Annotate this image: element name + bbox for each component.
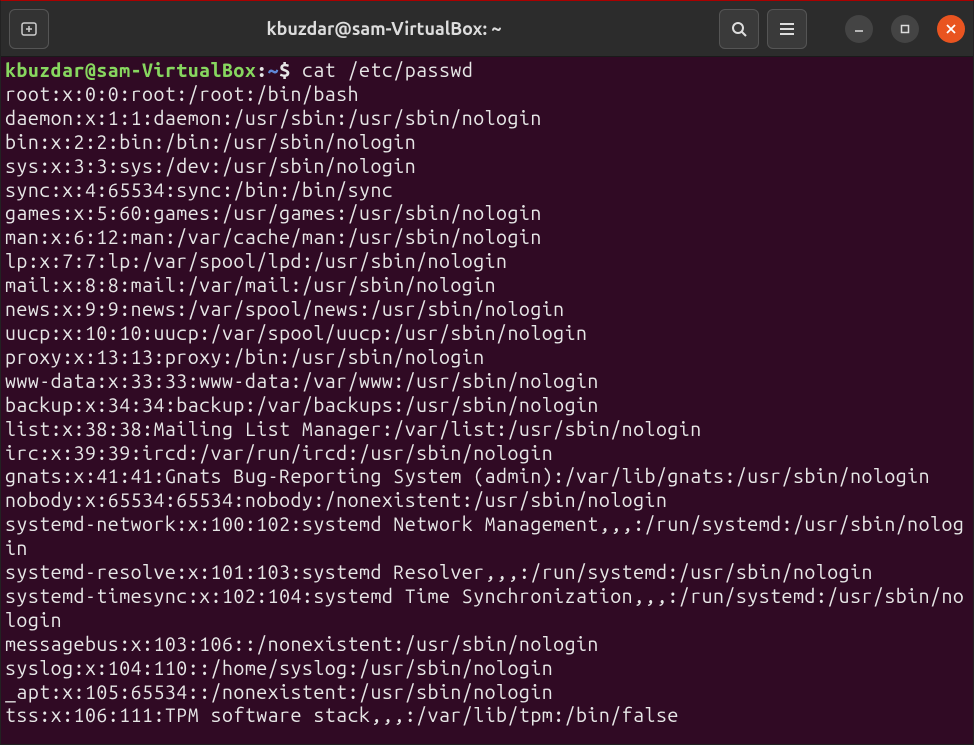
- search-icon: [731, 21, 747, 37]
- output-line: tss:x:106:111:TPM software stack,,,:/var…: [5, 704, 969, 728]
- output-line: mail:x:8:8:mail:/var/mail:/usr/sbin/nolo…: [5, 274, 969, 298]
- output-line: sys:x:3:3:sys:/dev:/usr/sbin/nologin: [5, 155, 969, 179]
- output-line: gnats:x:41:41:Gnats Bug-Reporting System…: [5, 465, 969, 489]
- output-line: games:x:5:60:games:/usr/games:/usr/sbin/…: [5, 202, 969, 226]
- output-line: bin:x:2:2:bin:/bin:/usr/sbin/nologin: [5, 131, 969, 155]
- maximize-icon: [900, 24, 910, 34]
- new-tab-button[interactable]: [9, 9, 49, 49]
- output-line: nobody:x:65534:65534:nobody:/nonexistent…: [5, 489, 969, 513]
- output-line: lp:x:7:7:lp:/var/spool/lpd:/usr/sbin/nol…: [5, 250, 969, 274]
- terminal-output: root:x:0:0:root:/root:/bin/bashdaemon:x:…: [5, 83, 969, 728]
- output-line: messagebus:x:103:106::/nonexistent:/usr/…: [5, 633, 969, 657]
- output-line: systemd-resolve:x:101:103:systemd Resolv…: [5, 561, 969, 585]
- output-line: systemd-network:x:100:102:systemd Networ…: [5, 513, 969, 561]
- titlebar: kbuzdar@sam-VirtualBox: ~: [1, 1, 973, 57]
- output-line: _apt:x:105:65534::/nonexistent:/usr/sbin…: [5, 681, 969, 705]
- output-line: news:x:9:9:news:/var/spool/news:/usr/sbi…: [5, 298, 969, 322]
- output-line: syslog:x:104:110::/home/syslog:/usr/sbin…: [5, 657, 969, 681]
- output-line: irc:x:39:39:ircd:/var/run/ircd:/usr/sbin…: [5, 442, 969, 466]
- output-line: man:x:6:12:man:/var/cache/man:/usr/sbin/…: [5, 226, 969, 250]
- search-button[interactable]: [719, 9, 759, 49]
- output-line: proxy:x:13:13:proxy:/bin:/usr/sbin/nolog…: [5, 346, 969, 370]
- output-line: list:x:38:38:Mailing List Manager:/var/l…: [5, 418, 969, 442]
- prompt-user-host: kbuzdar@sam-VirtualBox: [5, 59, 256, 81]
- output-line: sync:x:4:65534:sync:/bin:/bin/sync: [5, 179, 969, 203]
- output-line: uucp:x:10:10:uucp:/var/spool/uucp:/usr/s…: [5, 322, 969, 346]
- terminal-content[interactable]: kbuzdar@sam-VirtualBox:~$ cat /etc/passw…: [1, 57, 973, 730]
- output-line: systemd-timesync:x:102:104:systemd Time …: [5, 585, 969, 633]
- menu-button[interactable]: [767, 9, 807, 49]
- prompt-dollar: $: [279, 59, 290, 81]
- output-line: daemon:x:1:1:daemon:/usr/sbin:/usr/sbin/…: [5, 107, 969, 131]
- close-button[interactable]: [937, 15, 965, 43]
- output-line: root:x:0:0:root:/root:/bin/bash: [5, 83, 969, 107]
- new-tab-icon: [20, 20, 38, 38]
- prompt-path: ~: [268, 59, 279, 81]
- minimize-button[interactable]: [845, 15, 873, 43]
- output-line: www-data:x:33:33:www-data:/var/www:/usr/…: [5, 370, 969, 394]
- minimize-icon: [854, 24, 864, 34]
- hamburger-icon: [779, 22, 795, 36]
- output-line: backup:x:34:34:backup:/var/backups:/usr/…: [5, 394, 969, 418]
- command-text: cat /etc/passwd: [302, 59, 473, 81]
- close-icon: [946, 24, 956, 34]
- prompt-colon: :: [256, 59, 267, 81]
- window-title: kbuzdar@sam-VirtualBox: ~: [49, 19, 719, 39]
- maximize-button[interactable]: [891, 15, 919, 43]
